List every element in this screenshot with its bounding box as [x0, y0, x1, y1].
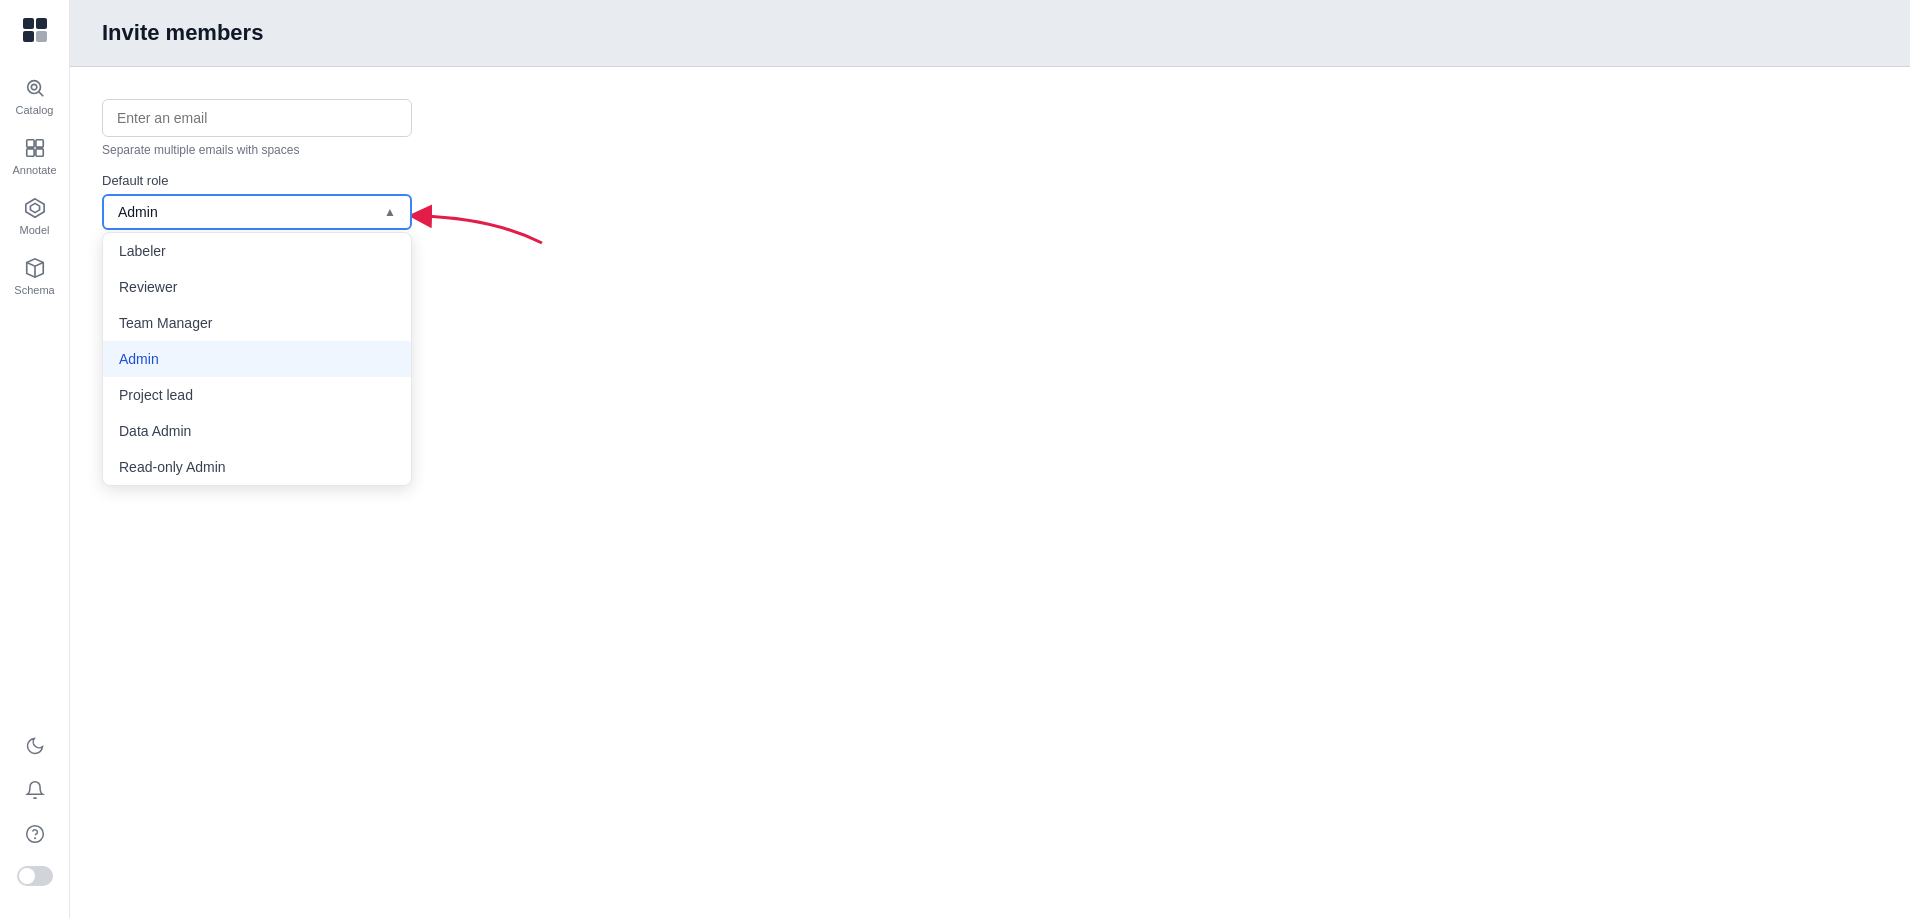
sidebar-nav: Catalog Annotate Model — [0, 68, 69, 726]
sidebar-item-model[interactable]: Model — [0, 188, 69, 244]
sidebar-item-catalog-label: Catalog — [16, 104, 54, 116]
sidebar-item-catalog[interactable]: Catalog — [0, 68, 69, 124]
option-labeler[interactable]: Labeler — [103, 233, 411, 269]
svg-rect-10 — [35, 149, 42, 156]
page-header: Invite members — [70, 0, 1910, 67]
svg-rect-0 — [23, 18, 34, 29]
sidebar-item-model-label: Model — [20, 224, 50, 236]
role-label: Default role — [102, 173, 1878, 188]
option-data-admin[interactable]: Data Admin — [103, 413, 411, 449]
moon-icon — [23, 734, 47, 758]
role-dropdown-menu: Labeler Reviewer Team Manager Admin Proj… — [102, 232, 412, 486]
sidebar-item-annotate-label: Annotate — [12, 164, 56, 176]
schema-icon — [23, 256, 47, 280]
svg-marker-11 — [25, 199, 43, 217]
chevron-up-icon: ▲ — [384, 205, 396, 219]
sidebar-item-schema-label: Schema — [14, 284, 54, 296]
role-dropdown-wrapper: Admin ▲ Labeler Reviewer Team Manager Ad… — [102, 194, 412, 230]
option-readonly-admin[interactable]: Read-only Admin — [103, 449, 411, 485]
sidebar-item-help[interactable] — [0, 814, 69, 854]
option-project-lead[interactable]: Project lead — [103, 377, 411, 413]
role-dropdown-trigger[interactable]: Admin ▲ — [102, 194, 412, 230]
main-area: Invite members Separate multiple emails … — [70, 0, 1910, 918]
svg-point-13 — [26, 826, 43, 843]
option-admin[interactable]: Admin — [103, 341, 411, 377]
sidebar-bottom — [0, 726, 69, 906]
svg-rect-2 — [23, 31, 34, 42]
option-reviewer[interactable]: Reviewer — [103, 269, 411, 305]
sidebar-item-annotate[interactable]: Annotate — [0, 128, 69, 184]
svg-rect-3 — [36, 31, 47, 42]
svg-point-4 — [27, 81, 40, 94]
page-content: Separate multiple emails with spaces Def… — [70, 67, 1910, 918]
sidebar-item-schema[interactable]: Schema — [0, 248, 69, 304]
svg-rect-9 — [26, 149, 33, 156]
annotate-icon — [23, 136, 47, 160]
email-input[interactable] — [102, 99, 412, 137]
model-icon — [23, 196, 47, 220]
svg-rect-7 — [26, 140, 33, 147]
sidebar-item-notifications[interactable] — [0, 770, 69, 810]
svg-line-6 — [38, 92, 43, 97]
catalog-icon — [23, 76, 47, 100]
selected-role-label: Admin — [118, 204, 158, 220]
role-dropdown-container: Admin ▲ Labeler Reviewer Team Manager Ad… — [102, 194, 412, 230]
svg-marker-12 — [30, 203, 39, 212]
svg-rect-8 — [35, 140, 42, 147]
sidebar-item-dark-mode[interactable] — [0, 726, 69, 766]
bell-icon — [23, 778, 47, 802]
sidebar: Catalog Annotate Model — [0, 0, 70, 918]
svg-point-5 — [31, 84, 36, 90]
option-team-manager[interactable]: Team Manager — [103, 305, 411, 341]
svg-rect-1 — [36, 18, 47, 29]
help-icon — [23, 822, 47, 846]
app-logo[interactable] — [17, 12, 53, 48]
page-title: Invite members — [102, 20, 1878, 46]
annotation-arrow — [412, 188, 552, 248]
theme-toggle[interactable] — [17, 866, 53, 886]
email-hint: Separate multiple emails with spaces — [102, 143, 1878, 157]
